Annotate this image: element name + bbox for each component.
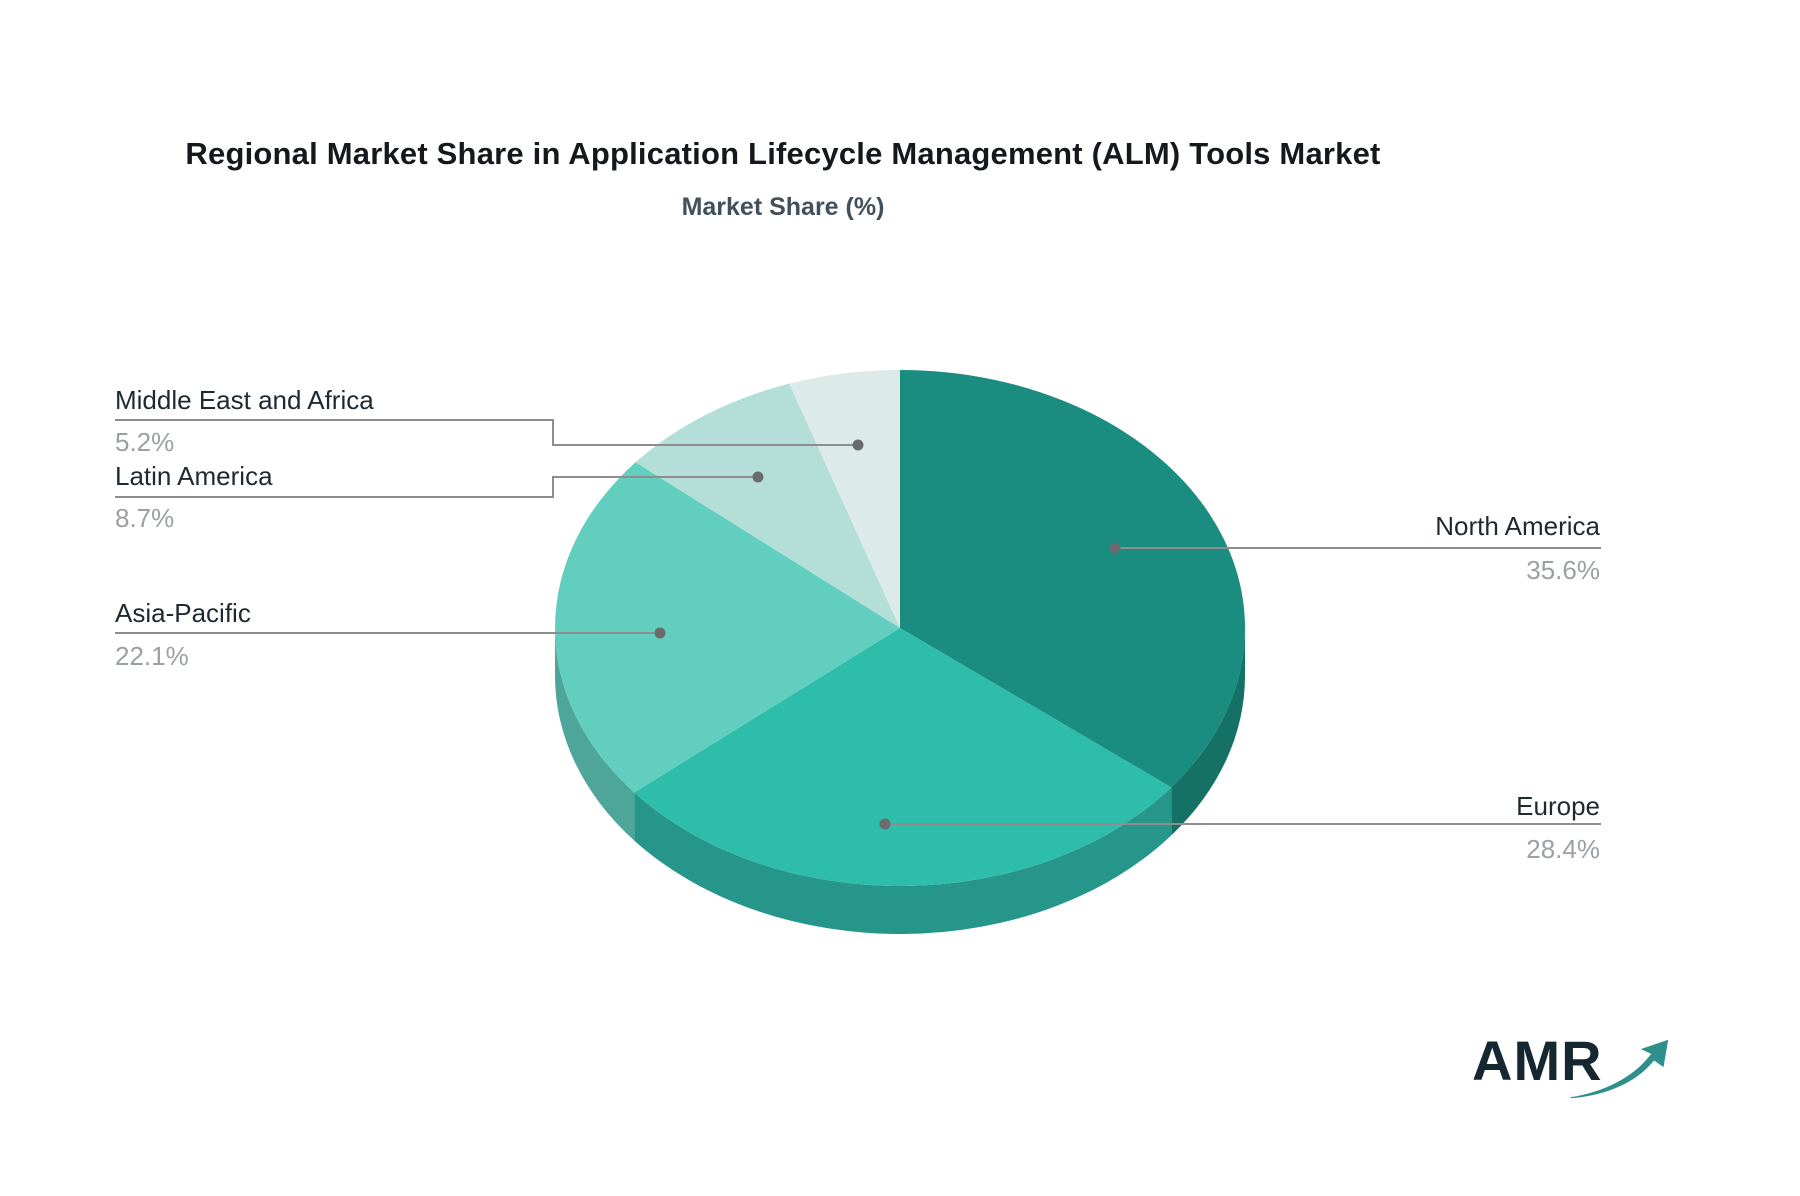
leader-dot-middle-east-and-africa — [852, 439, 864, 451]
callout-value-latin-america: 8.7% — [115, 503, 175, 533]
callout-label-asia-pacific: Asia-Pacific — [115, 598, 251, 628]
pie-chart — [115, 370, 1601, 935]
logo-arrow-icon — [1569, 1039, 1669, 1099]
callout-value-north-america: 35.6% — [1526, 555, 1600, 585]
leader-dot-asia-pacific — [654, 627, 666, 639]
callout-label-middle-east-and-africa: Middle East and Africa — [115, 385, 374, 415]
callout-label-europe: Europe — [1516, 791, 1600, 821]
leader-dot-north-america — [1109, 542, 1121, 554]
callout-value-europe: 28.4% — [1526, 834, 1600, 864]
leader-dot-latin-america — [752, 471, 764, 483]
leader-dot-europe — [879, 818, 891, 830]
amr-logo: AMR — [1472, 1028, 1672, 1108]
chart-canvas: Regional Market Share in Application Lif… — [0, 0, 1800, 1196]
callout-value-middle-east-and-africa: 5.2% — [115, 427, 175, 457]
callout-label-north-america: North America — [1435, 511, 1600, 541]
callout-label-latin-america: Latin America — [115, 461, 273, 491]
callout-value-asia-pacific: 22.1% — [115, 641, 189, 671]
